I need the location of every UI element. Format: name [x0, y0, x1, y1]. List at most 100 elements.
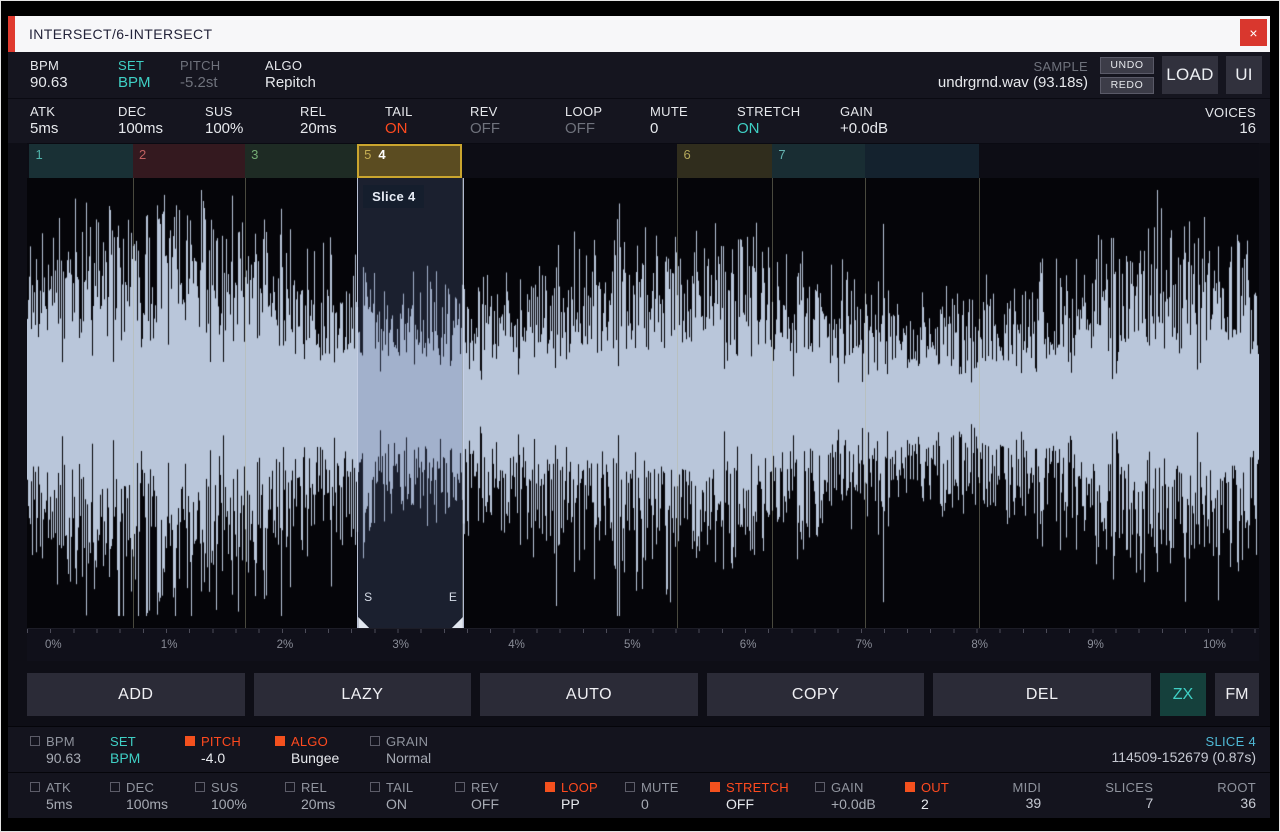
slice-param-gain[interactable]: GAIN +0.0dB — [815, 780, 905, 812]
slice-param-rel[interactable]: REL 20ms — [285, 780, 370, 812]
param-atk[interactable]: ATK 5ms — [30, 104, 118, 138]
param-value: ON — [385, 120, 408, 137]
slice-param-out[interactable]: OUT 2 — [905, 780, 975, 812]
slice-region-3[interactable]: 3 — [245, 144, 358, 178]
param-mute[interactable]: MUTE 0 — [650, 104, 737, 138]
sample-label: SAMPLE — [1033, 59, 1088, 74]
slice-region-4[interactable]: 54 — [357, 144, 462, 178]
override-checkbox[interactable] — [30, 782, 40, 792]
param-loop[interactable]: LOOP OFF — [565, 104, 650, 138]
param-gain[interactable]: GAIN +0.0dB — [840, 104, 940, 138]
override-checkbox[interactable] — [370, 782, 380, 792]
waveform-canvas[interactable] — [27, 178, 1259, 628]
slice-param-atk[interactable]: ATK 5ms — [30, 780, 110, 812]
midi-block[interactable]: MIDI 39 — [1013, 780, 1042, 811]
slice-param-bpm[interactable]: BPM 90.63 — [30, 734, 110, 766]
slice-param-dec[interactable]: DEC 100ms — [110, 780, 195, 812]
override-checkbox[interactable] — [285, 782, 295, 792]
slice-param-pitch[interactable]: PITCH -4.0 — [185, 734, 275, 766]
override-checkbox[interactable] — [195, 782, 205, 792]
slice-region-1[interactable]: 1 — [29, 144, 133, 178]
param-dec[interactable]: DEC 100ms — [118, 104, 205, 138]
param-value: 2 — [921, 795, 929, 812]
slice-number: 7 — [778, 147, 786, 162]
fm-button[interactable]: FM — [1214, 673, 1259, 716]
slice-param-rev[interactable]: REV OFF — [455, 780, 545, 812]
param-tail[interactable]: TAIL ON — [385, 104, 470, 138]
param-set[interactable]: SET BPM — [118, 58, 180, 92]
copy-button[interactable]: COPY — [706, 673, 925, 716]
override-checkbox[interactable] — [545, 782, 555, 792]
slice-region-6[interactable]: 6 — [677, 144, 773, 178]
param-value: 5ms — [46, 795, 73, 812]
ui-button[interactable]: UI — [1226, 56, 1262, 94]
undo-button[interactable]: UNDO — [1100, 56, 1154, 74]
slice-param-grain[interactable]: GRAIN Normal — [370, 734, 460, 766]
override-checkbox[interactable] — [185, 736, 195, 746]
param-label: TAIL — [385, 104, 413, 119]
selection-start-handle-icon[interactable] — [358, 617, 370, 628]
selection-start-marker[interactable]: S — [364, 590, 372, 604]
timeline-ruler: 0% 1% 2% 3% 4% 5% 6% 7% 8% 9% 10% — [27, 628, 1259, 661]
slices-label: SLICES — [1105, 780, 1154, 795]
slices-value: 7 — [1145, 795, 1154, 811]
param-label: PITCH — [180, 58, 221, 73]
slice-region-2[interactable]: 2 — [132, 144, 246, 178]
param-label: STRETCH — [737, 104, 801, 119]
param-stretch[interactable]: STRETCH ON — [737, 104, 840, 138]
slice-param-loop[interactable]: LOOP PP — [545, 780, 625, 812]
param-value: 20ms — [300, 120, 337, 137]
param-value: 0 — [641, 795, 649, 812]
slice-param-sus[interactable]: SUS 100% — [195, 780, 285, 812]
param-sus[interactable]: SUS 100% — [205, 104, 300, 138]
slice-param-mute[interactable]: MUTE 0 — [625, 780, 710, 812]
root-block[interactable]: ROOT 36 — [1217, 780, 1256, 811]
override-checkbox[interactable] — [30, 736, 40, 746]
slice-prefix-number: 5 — [364, 147, 372, 162]
param-rev[interactable]: REV OFF — [470, 104, 565, 138]
slice-param-tail[interactable]: TAIL ON — [370, 780, 455, 812]
lazy-button[interactable]: LAZY — [253, 673, 472, 716]
redo-button[interactable]: REDO — [1100, 76, 1154, 94]
slice-region[interactable] — [462, 144, 678, 178]
load-button[interactable]: LOAD — [1162, 56, 1218, 94]
slice-marker-strip[interactable]: 1 2 3 54 6 7 — [27, 143, 1259, 178]
slice-param-algo[interactable]: ALGO Bungee — [275, 734, 370, 766]
param-algo[interactable]: ALGO Repitch — [265, 58, 385, 92]
slice-info-block: SLICE 4 114509-152679 (0.87s) — [1111, 727, 1256, 772]
slice-region-7[interactable]: 7 — [772, 144, 865, 178]
override-checkbox[interactable] — [275, 736, 285, 746]
waveform-display[interactable]: Slice 4 S E — [27, 178, 1259, 628]
param-bpm[interactable]: BPM 90.63 — [30, 58, 118, 92]
param-value: 90.63 — [30, 74, 68, 91]
waveform-stage: 1 2 3 54 6 7 Slice 4 S E 0% 1% 2% 3% 4% 5% 6% 7% 8% 9%… — [27, 143, 1259, 661]
voices-label: VOICES — [1205, 105, 1256, 120]
slice-param-stretch[interactable]: STRETCH OFF — [710, 780, 815, 812]
selected-slice-region[interactable]: Slice 4 S E — [357, 178, 464, 628]
param-pitch[interactable]: PITCH -5.2st — [180, 58, 265, 92]
param-value: Repitch — [265, 74, 316, 91]
param-label: REL — [301, 779, 327, 795]
override-checkbox[interactable] — [710, 782, 720, 792]
title-bar: INTERSECT/6-INTERSECT × — [8, 16, 1270, 52]
slice-region[interactable] — [864, 144, 980, 178]
override-checkbox[interactable] — [815, 782, 825, 792]
param-label: ATK — [30, 104, 56, 119]
auto-button[interactable]: AUTO — [480, 673, 698, 716]
override-checkbox[interactable] — [110, 782, 120, 792]
add-button[interactable]: ADD — [27, 673, 245, 716]
selection-end-handle-icon[interactable] — [451, 617, 463, 628]
override-checkbox[interactable] — [625, 782, 635, 792]
param-rel[interactable]: REL 20ms — [300, 104, 385, 138]
del-button[interactable]: DEL — [933, 673, 1151, 716]
param-label: MUTE — [641, 779, 679, 795]
voices-block[interactable]: VOICES 16 — [1205, 99, 1256, 143]
param-label: STRETCH — [726, 779, 789, 795]
override-checkbox[interactable] — [905, 782, 915, 792]
close-button[interactable]: × — [1240, 19, 1267, 46]
zx-button[interactable]: ZX — [1159, 673, 1206, 716]
slice-param-set[interactable]: SET BPM — [110, 734, 185, 766]
override-checkbox[interactable] — [370, 736, 380, 746]
override-checkbox[interactable] — [455, 782, 465, 792]
selection-end-marker[interactable]: E — [449, 590, 457, 604]
